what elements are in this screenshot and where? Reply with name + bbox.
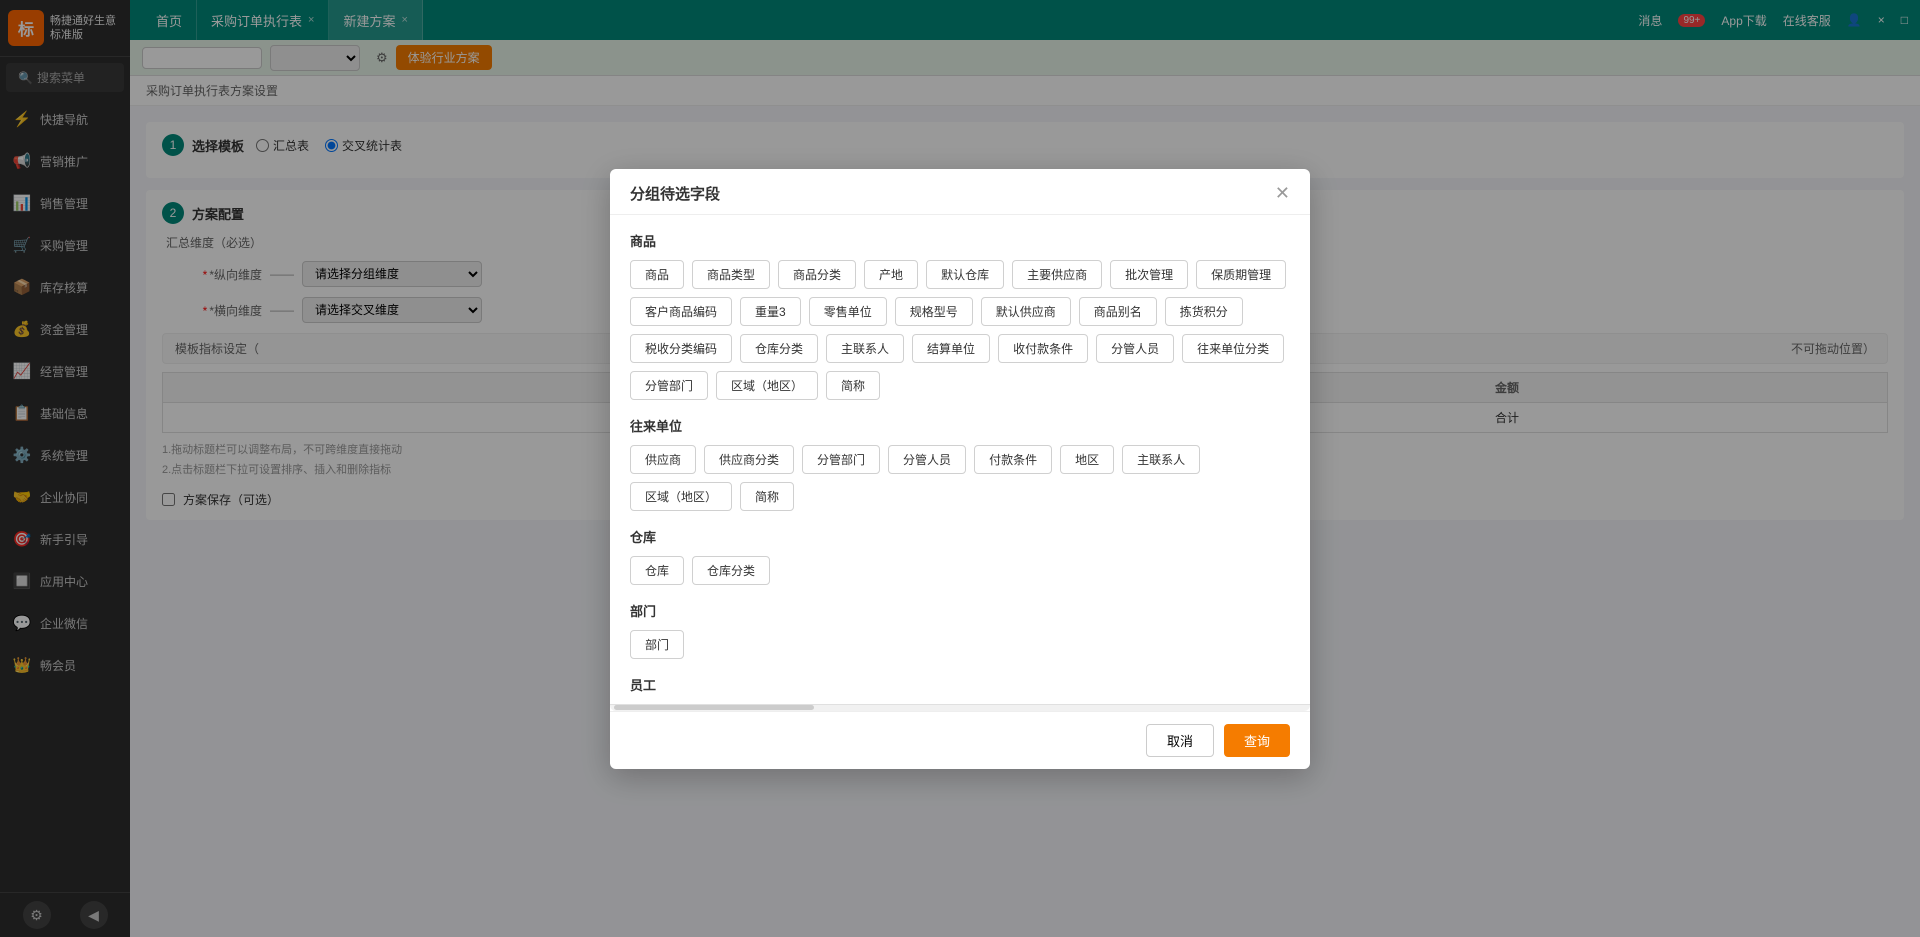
field-chip-goods-批次管理[interactable]: 批次管理: [1110, 260, 1188, 289]
field-chip-goods-默认仓库[interactable]: 默认仓库: [926, 260, 1004, 289]
field-chip-goods-产地[interactable]: 产地: [864, 260, 918, 289]
section-warehouse-title: 仓库: [630, 527, 1290, 546]
field-select-dialog: 分组待选字段 ✕ 商品 商品 商品类型 商品分类 产地 默认仓库 主要供应商 批…: [610, 169, 1310, 769]
field-chip-goods-收付款条件[interactable]: 收付款条件: [998, 334, 1088, 363]
field-chip-goods-分管部门[interactable]: 分管部门: [630, 371, 708, 400]
field-chip-goods-仓库分类[interactable]: 仓库分类: [740, 334, 818, 363]
dialog-close-icon[interactable]: ✕: [1275, 183, 1290, 204]
section-partner-title: 往来单位: [630, 416, 1290, 435]
field-chip-goods-区域地区[interactable]: 区域（地区）: [716, 371, 818, 400]
field-chip-goods-主要供应商[interactable]: 主要供应商: [1012, 260, 1102, 289]
field-chip-warehouse-仓库[interactable]: 仓库: [630, 556, 684, 585]
field-chip-goods-往来单位分类[interactable]: 往来单位分类: [1182, 334, 1284, 363]
department-chips: 部门: [630, 630, 1290, 659]
goods-chips: 商品 商品类型 商品分类 产地 默认仓库 主要供应商 批次管理 保质期管理 客户…: [630, 260, 1290, 400]
field-chip-goods-商品别名[interactable]: 商品别名: [1079, 297, 1157, 326]
dialog-header: 分组待选字段 ✕: [610, 169, 1310, 215]
dialog-footer: 取消 查询: [610, 711, 1310, 769]
field-chip-partner-分管人员[interactable]: 分管人员: [888, 445, 966, 474]
field-chip-goods-规格型号[interactable]: 规格型号: [895, 297, 973, 326]
field-chip-goods-默认供应商[interactable]: 默认供应商: [981, 297, 1071, 326]
field-chip-goods-重量3[interactable]: 重量3: [740, 297, 801, 326]
dialog-body: 商品 商品 商品类型 商品分类 产地 默认仓库 主要供应商 批次管理 保质期管理…: [610, 215, 1310, 705]
section-department-title: 部门: [630, 601, 1290, 620]
field-chip-partner-地区[interactable]: 地区: [1060, 445, 1114, 474]
section-employee-title: 员工: [630, 675, 1290, 694]
field-chip-goods-拣货积分[interactable]: 拣货积分: [1165, 297, 1243, 326]
field-chip-partner-主联系人[interactable]: 主联系人: [1122, 445, 1200, 474]
dialog-title: 分组待选字段: [630, 183, 720, 204]
field-chip-partner-简称[interactable]: 简称: [740, 482, 794, 511]
field-chip-goods-简称[interactable]: 简称: [826, 371, 880, 400]
field-chip-partner-付款条件[interactable]: 付款条件: [974, 445, 1052, 474]
field-chip-goods-商品类型[interactable]: 商品类型: [692, 260, 770, 289]
field-chip-partner-供应商分类[interactable]: 供应商分类: [704, 445, 794, 474]
dialog-overlay: 分组待选字段 ✕ 商品 商品 商品类型 商品分类 产地 默认仓库 主要供应商 批…: [0, 0, 1920, 937]
cancel-button[interactable]: 取消: [1146, 724, 1214, 757]
field-chip-goods-零售单位[interactable]: 零售单位: [809, 297, 887, 326]
field-chip-partner-区域地区[interactable]: 区域（地区）: [630, 482, 732, 511]
field-chip-partner-分管部门[interactable]: 分管部门: [802, 445, 880, 474]
field-chip-goods-税收分类编码[interactable]: 税收分类编码: [630, 334, 732, 363]
field-chip-goods-主联系人[interactable]: 主联系人: [826, 334, 904, 363]
field-chip-goods-分管人员[interactable]: 分管人员: [1096, 334, 1174, 363]
field-chip-dept-部门[interactable]: 部门: [630, 630, 684, 659]
section-warehouse: 仓库 仓库 仓库分类: [630, 527, 1290, 585]
partner-chips: 供应商 供应商分类 分管部门 分管人员 付款条件 地区 主联系人 区域（地区） …: [630, 445, 1290, 511]
section-employee: 员工 业务员: [630, 675, 1290, 705]
field-chip-partner-供应商[interactable]: 供应商: [630, 445, 696, 474]
field-chip-goods-客户商品编码[interactable]: 客户商品编码: [630, 297, 732, 326]
section-partner: 往来单位 供应商 供应商分类 分管部门 分管人员 付款条件 地区 主联系人 区域…: [630, 416, 1290, 511]
field-chip-goods-保质期管理[interactable]: 保质期管理: [1196, 260, 1286, 289]
section-department: 部门 部门: [630, 601, 1290, 659]
confirm-button[interactable]: 查询: [1224, 724, 1290, 757]
warehouse-chips: 仓库 仓库分类: [630, 556, 1290, 585]
field-chip-warehouse-仓库分类[interactable]: 仓库分类: [692, 556, 770, 585]
section-goods-title: 商品: [630, 231, 1290, 250]
field-chip-goods-商品[interactable]: 商品: [630, 260, 684, 289]
section-goods: 商品 商品 商品类型 商品分类 产地 默认仓库 主要供应商 批次管理 保质期管理…: [630, 231, 1290, 400]
field-chip-goods-商品分类[interactable]: 商品分类: [778, 260, 856, 289]
field-chip-goods-结算单位[interactable]: 结算单位: [912, 334, 990, 363]
